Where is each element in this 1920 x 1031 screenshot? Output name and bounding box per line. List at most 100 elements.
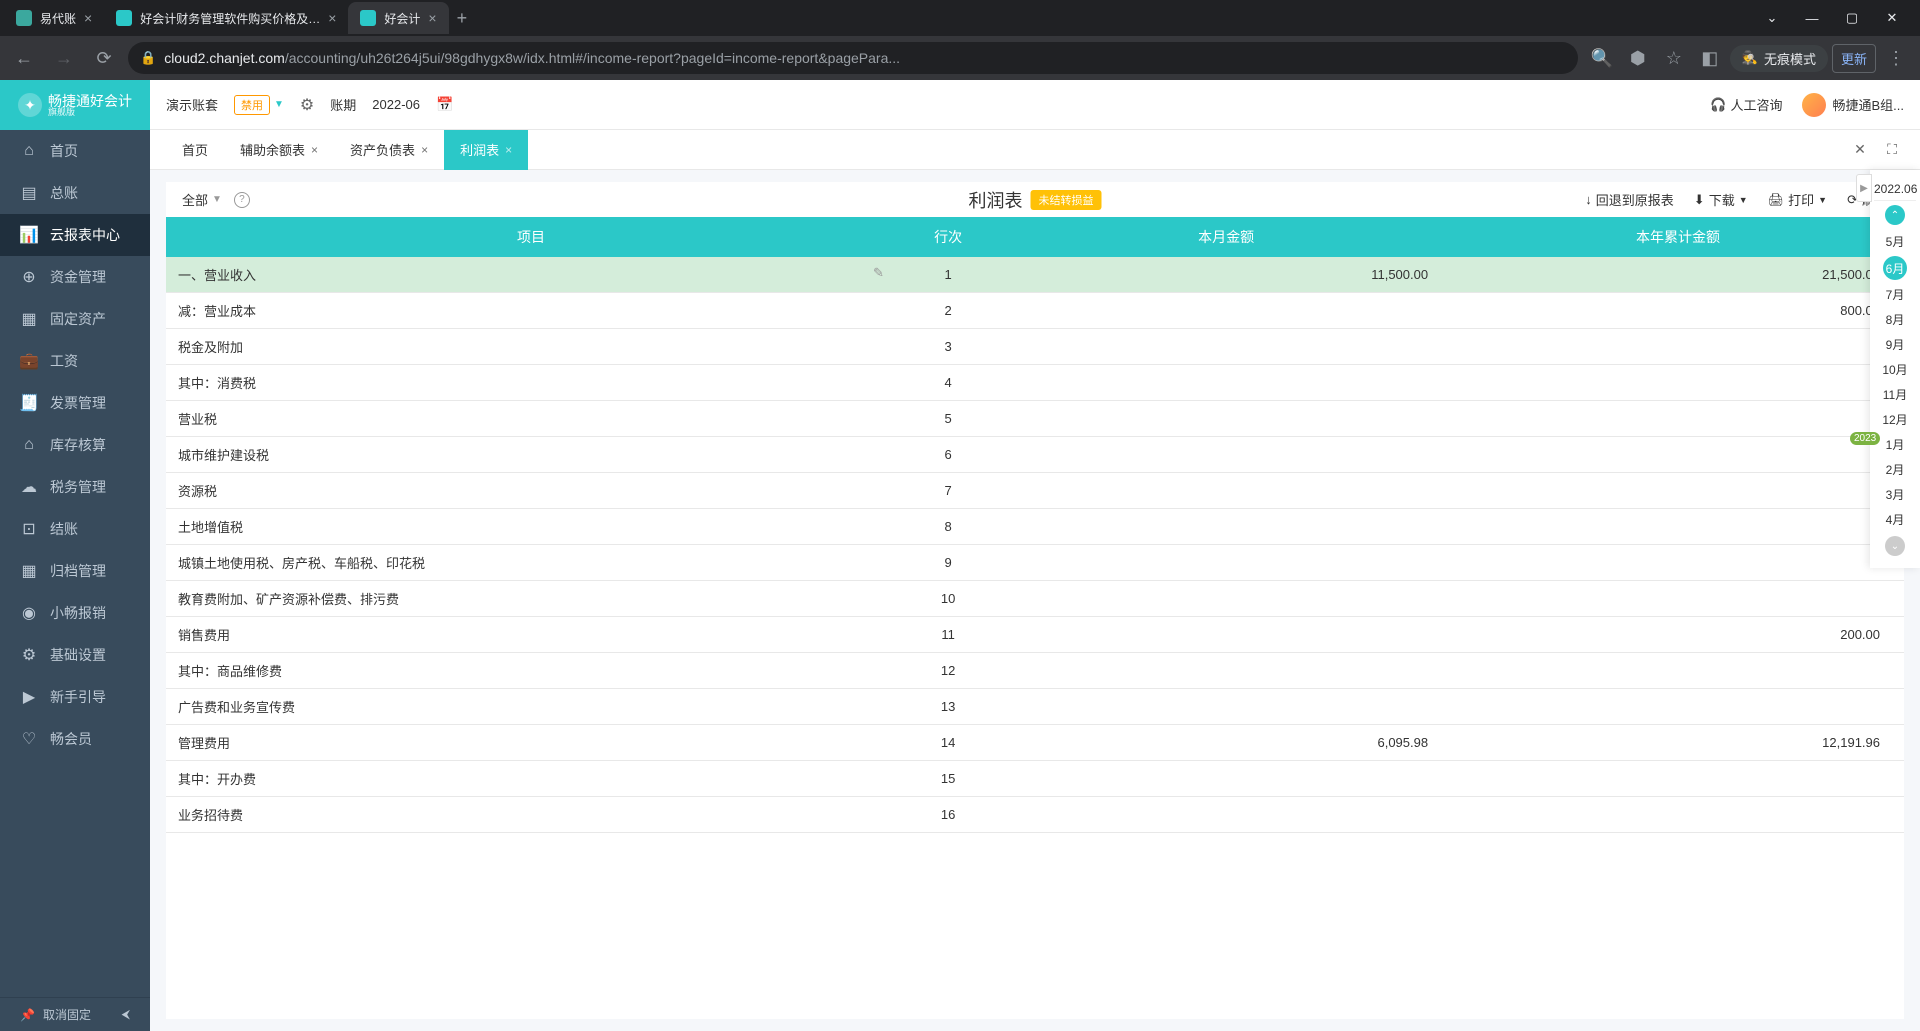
month-item[interactable]: 8月: [1874, 307, 1916, 332]
fullscreen-icon[interactable]: ⛶: [1880, 138, 1904, 162]
sidebar-item-8[interactable]: ☁税务管理: [0, 466, 150, 508]
sidebar-item-2[interactable]: 📊云报表中心: [0, 214, 150, 256]
chevron-down-icon[interactable]: ▼: [274, 99, 284, 110]
month-item[interactable]: 9月: [1874, 332, 1916, 357]
cell-year: [1452, 653, 1904, 689]
cell-year: 200.00: [1452, 617, 1904, 653]
menu-icon[interactable]: ⋮: [1880, 42, 1912, 74]
sidebar-item-10[interactable]: ▦归档管理: [0, 550, 150, 592]
url-bar[interactable]: 🔒 cloud2.chanjet.com/accounting/uh26t264…: [128, 42, 1578, 74]
maximize-icon[interactable]: ▢: [1836, 4, 1868, 32]
sidebar-label: 固定资产: [50, 309, 106, 329]
month-item[interactable]: 3月: [1874, 482, 1916, 507]
table-row[interactable]: 税金及附加 3: [166, 329, 1904, 365]
sidebar-item-0[interactable]: ⌂首页: [0, 130, 150, 172]
close-window-icon[interactable]: ✕: [1876, 4, 1908, 32]
back-icon[interactable]: ←: [8, 42, 40, 74]
sidebar-item-9[interactable]: ⊡结账: [0, 508, 150, 550]
month-item[interactable]: 6月: [1883, 256, 1907, 280]
month-item[interactable]: 11月: [1874, 382, 1916, 407]
page-tab-1[interactable]: 辅助余额表×: [224, 130, 334, 170]
reload-icon[interactable]: ⟳: [88, 42, 120, 74]
tab-close-icon[interactable]: ×: [311, 143, 318, 157]
user-menu[interactable]: 畅捷通B组...: [1802, 93, 1904, 117]
table-row[interactable]: 教育费附加、矿产资源补偿费、排污费 10: [166, 581, 1904, 617]
table-row[interactable]: 销售费用 11 200.00: [166, 617, 1904, 653]
gear-icon[interactable]: ⚙: [300, 95, 314, 115]
table-row[interactable]: 一、营业收入✎ 1 11,500.00 21,500.00: [166, 257, 1904, 293]
tab-close-icon[interactable]: ×: [421, 143, 428, 157]
close-all-tabs-icon[interactable]: ✕: [1848, 138, 1872, 162]
table-row[interactable]: 业务招待费 16: [166, 797, 1904, 833]
logo[interactable]: ✦ 畅捷通好会计 旗舰版: [0, 80, 150, 130]
scroll-up-icon[interactable]: ⌃: [1885, 205, 1905, 225]
extension-icon[interactable]: ⬢: [1622, 42, 1654, 74]
collapse-icon[interactable]: ⮜: [121, 1007, 130, 1022]
page-tab-0[interactable]: 首页: [166, 130, 224, 170]
sidebar-item-12[interactable]: ⚙基础设置: [0, 634, 150, 676]
tab-close-icon[interactable]: ×: [428, 10, 436, 26]
table-row[interactable]: 土地增值税 8: [166, 509, 1904, 545]
scroll-down-icon[interactable]: ⌄: [1885, 536, 1905, 556]
sidebar-item-14[interactable]: ♡畅会员: [0, 718, 150, 760]
month-item[interactable]: 7月: [1874, 282, 1916, 307]
tab-close-icon[interactable]: ×: [328, 10, 336, 26]
tab-close-icon[interactable]: ×: [84, 10, 92, 26]
table-row[interactable]: 减：营业成本 2 800.00: [166, 293, 1904, 329]
restore-button[interactable]: ↓ 回退到原报表: [1585, 190, 1674, 209]
month-item[interactable]: 5月: [1874, 229, 1916, 254]
month-item[interactable]: 2月: [1874, 457, 1916, 482]
table-row[interactable]: 营业税 5: [166, 401, 1904, 437]
month-item[interactable]: 10月: [1874, 357, 1916, 382]
table-row[interactable]: 其中：消费税 4: [166, 365, 1904, 401]
month-item[interactable]: 1月: [1874, 432, 1916, 457]
month-item[interactable]: 4月: [1874, 507, 1916, 532]
sidebar-item-4[interactable]: ▦固定资产: [0, 298, 150, 340]
sidebar-item-3[interactable]: ⊕资金管理: [0, 256, 150, 298]
cell-year: [1452, 761, 1904, 797]
cell-name: 营业税: [166, 401, 896, 437]
panel-collapse-icon[interactable]: ▶: [1856, 174, 1872, 202]
new-tab-button[interactable]: +: [449, 4, 476, 33]
browser-tab-0[interactable]: 易代账 ×: [4, 2, 104, 34]
zoom-icon[interactable]: 🔍: [1586, 42, 1618, 74]
tab-close-icon[interactable]: ×: [505, 143, 512, 157]
table-row[interactable]: 城市维护建设税 6: [166, 437, 1904, 473]
page-tab-3[interactable]: 利润表×: [444, 130, 528, 170]
update-button[interactable]: 更新: [1832, 44, 1876, 73]
sidebar-item-5[interactable]: 💼工资: [0, 340, 150, 382]
sidebar-item-13[interactable]: ▶新手引导: [0, 676, 150, 718]
browser-tab-2[interactable]: 好会计 ×: [348, 2, 448, 34]
help-icon[interactable]: ?: [234, 192, 250, 208]
forward-icon[interactable]: →: [48, 42, 80, 74]
browser-tab-1[interactable]: 好会计财务管理软件购买价格及… ×: [104, 2, 348, 34]
extensions-icon[interactable]: ◧: [1694, 42, 1726, 74]
table-row[interactable]: 其中：商品维修费 12: [166, 653, 1904, 689]
sidebar-item-7[interactable]: ⌂库存核算: [0, 424, 150, 466]
account-name[interactable]: 演示账套: [166, 95, 218, 114]
edit-icon[interactable]: ✎: [873, 265, 884, 281]
tab-list-icon[interactable]: ⌄: [1756, 4, 1788, 32]
calendar-icon[interactable]: 📅: [436, 96, 453, 113]
table-row[interactable]: 资源税 7: [166, 473, 1904, 509]
minimize-icon[interactable]: —: [1796, 4, 1828, 32]
table-row[interactable]: 广告费和业务宣传费 13: [166, 689, 1904, 725]
sidebar-item-6[interactable]: 🧾发票管理: [0, 382, 150, 424]
download-button[interactable]: ⬇ 下载 ▼: [1694, 190, 1748, 209]
sidebar-item-11[interactable]: ◉小畅报销: [0, 592, 150, 634]
support-link[interactable]: 🎧 人工咨询: [1710, 95, 1782, 114]
table-row[interactable]: 其中：开办费 15: [166, 761, 1904, 797]
sidebar-label: 总账: [50, 183, 78, 203]
table-row[interactable]: 城镇土地使用税、房产税、车船税、印花税 9: [166, 545, 1904, 581]
sidebar-item-1[interactable]: ▤总账: [0, 172, 150, 214]
period-value[interactable]: 2022-06: [372, 97, 420, 112]
bookmark-icon[interactable]: ☆: [1658, 42, 1690, 74]
cell-row: 7: [896, 473, 1000, 509]
top-bar: 演示账套 禁用 ▼ ⚙ 账期 2022-06 📅 🎧 人工咨询 畅捷通B组...: [150, 80, 1920, 130]
month-item[interactable]: 12月: [1874, 407, 1916, 432]
page-tab-2[interactable]: 资产负债表×: [334, 130, 444, 170]
table-row[interactable]: 管理费用 14 6,095.98 12,191.96: [166, 725, 1904, 761]
sidebar-footer[interactable]: 📌 取消固定 ⮜: [0, 997, 150, 1031]
print-button[interactable]: 🖨 打印 ▼: [1768, 190, 1827, 209]
filter-dropdown[interactable]: 全部 ▼: [182, 190, 222, 209]
